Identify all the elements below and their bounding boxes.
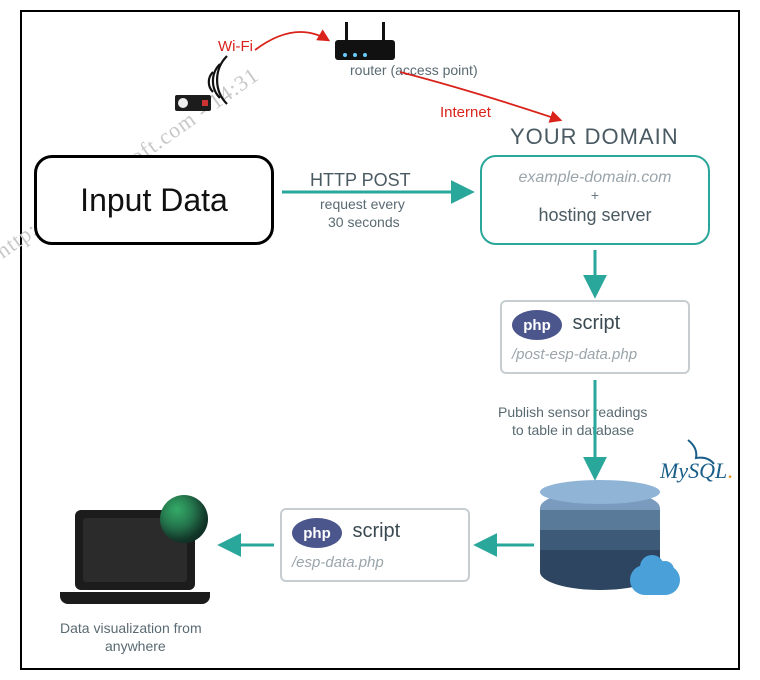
php-script-post-box: php script /post-esp-data.php	[500, 300, 690, 374]
domain-heading: YOUR DOMAIN	[510, 124, 679, 150]
php-script-word-1: script	[572, 312, 620, 334]
http-title: HTTP POST	[310, 170, 411, 191]
domain-hosting: hosting server	[482, 205, 708, 226]
domain-plus: +	[482, 187, 708, 203]
publish-line2: to table in database	[512, 422, 634, 438]
domain-example: example-domain.com	[482, 169, 708, 187]
router-icon	[335, 40, 395, 60]
php-path-2: /esp-data.php	[292, 554, 458, 571]
php-badge-icon-2: php	[292, 518, 342, 548]
php-badge-icon: php	[512, 310, 562, 340]
internet-label: Internet	[440, 104, 491, 121]
wifi-label: Wi-Fi	[218, 38, 253, 55]
http-line1: request every	[320, 196, 405, 212]
input-data-box: Input Data	[34, 155, 274, 245]
cloud-icon	[630, 565, 680, 595]
publish-line1: Publish sensor readings	[498, 404, 647, 420]
globe-icon	[160, 495, 208, 543]
viz-line1: Data visualization from	[60, 620, 202, 636]
domain-box: example-domain.com + hosting server	[480, 155, 710, 245]
php-script-word-2: script	[352, 520, 400, 542]
router-label: router (access point)	[350, 62, 478, 78]
input-data-label: Input Data	[80, 182, 228, 219]
viz-line2: anywhere	[105, 638, 166, 654]
php-script-get-box: php script /esp-data.php	[280, 508, 470, 582]
http-line2: 30 seconds	[328, 214, 400, 230]
iot-device-icon	[175, 95, 211, 111]
php-path-1: /post-esp-data.php	[512, 346, 678, 363]
mysql-label: MySQL.	[660, 458, 733, 484]
